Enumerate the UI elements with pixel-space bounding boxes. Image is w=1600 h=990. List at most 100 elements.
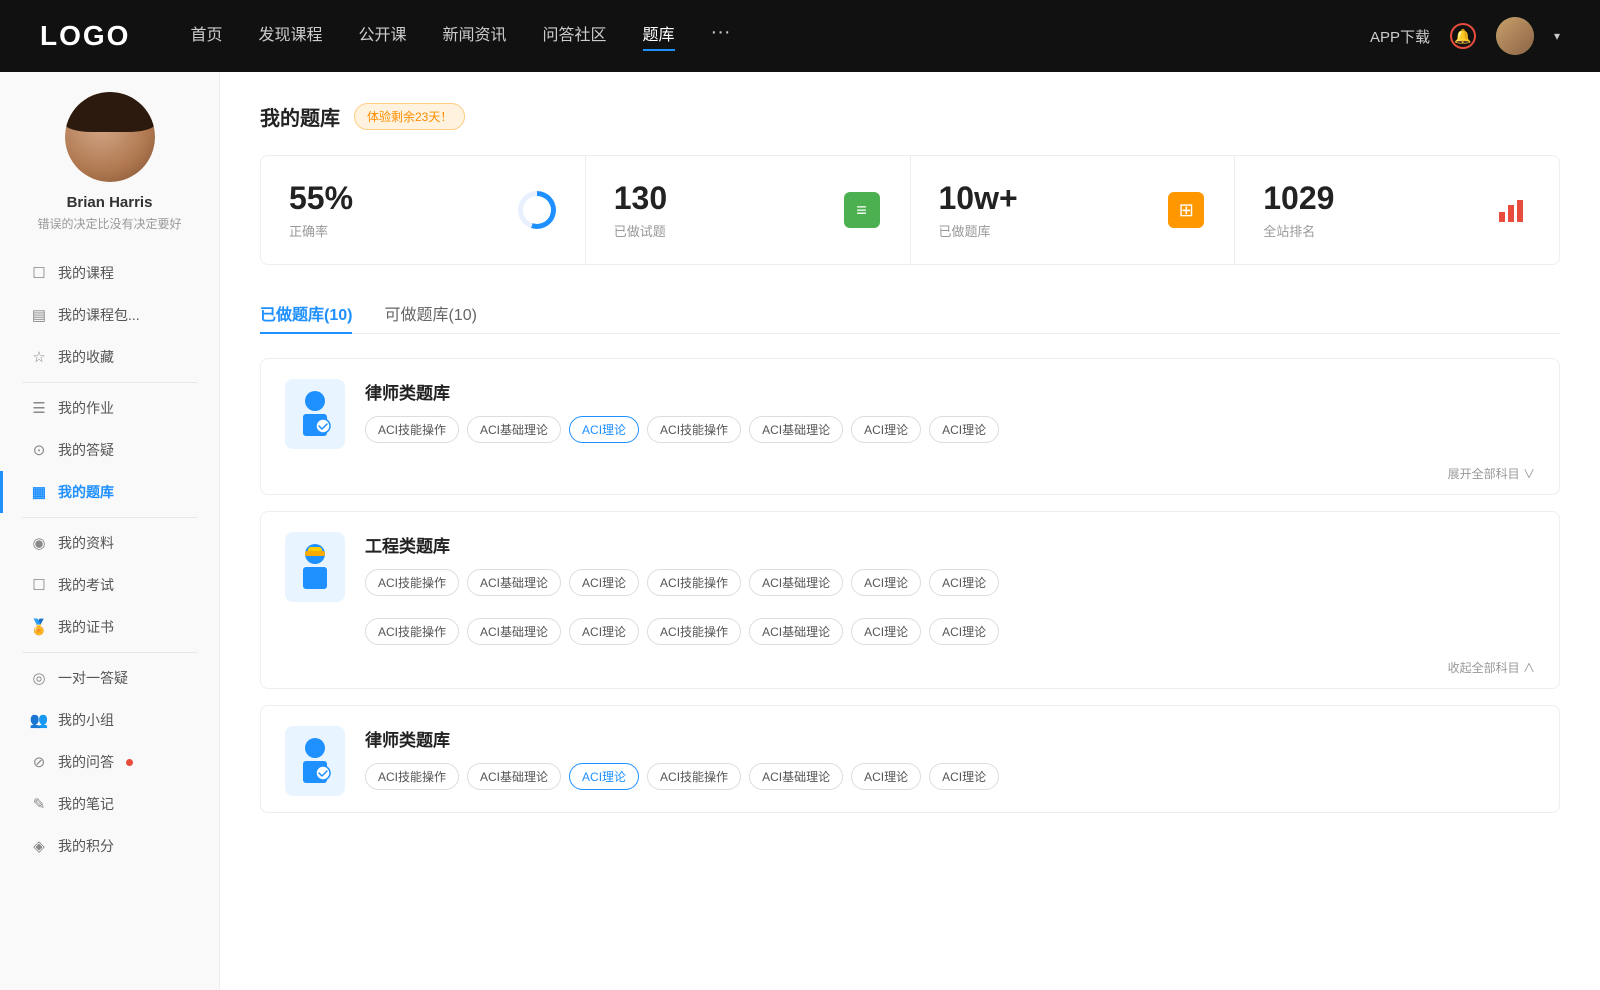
nav-home[interactable]: 首页 bbox=[190, 21, 222, 51]
eng-tag-5[interactable]: ACI理论 bbox=[851, 569, 921, 596]
nav-qa[interactable]: 问答社区 bbox=[543, 21, 607, 51]
pie-chart-55 bbox=[518, 191, 556, 229]
eng2-tag-0[interactable]: ACI技能操作 bbox=[365, 618, 459, 645]
tag-2-selected[interactable]: ACI理论 bbox=[569, 416, 639, 443]
sidebar-item-qa[interactable]: ⊙ 我的答疑 bbox=[0, 429, 219, 471]
done-questions-icon: ≡ bbox=[842, 190, 882, 230]
exam-icon: ☐ bbox=[30, 576, 48, 594]
nav-discover[interactable]: 发现课程 bbox=[258, 21, 322, 51]
nav-qbank[interactable]: 题库 bbox=[643, 21, 675, 51]
bell-icon: 🔔 bbox=[1450, 23, 1476, 49]
app-download-button[interactable]: APP下载 bbox=[1370, 26, 1430, 47]
law3-tag-2-selected[interactable]: ACI理论 bbox=[569, 763, 639, 790]
sidebar-item-groups[interactable]: 👥 我的小组 bbox=[0, 699, 219, 741]
tab-available-banks[interactable]: 可做题库(10) bbox=[384, 293, 476, 333]
qbank-header-2: 工程类题库 ACI技能操作 ACI基础理论 ACI理论 ACI技能操作 ACI基… bbox=[261, 512, 1559, 618]
law3-tag-3[interactable]: ACI技能操作 bbox=[647, 763, 741, 790]
expand-button-1[interactable]: 展开全部科目 ∨ bbox=[1448, 465, 1535, 482]
sidebar-item-notes[interactable]: ✎ 我的笔记 bbox=[0, 783, 219, 825]
sidebar-item-label: 我的证书 bbox=[58, 617, 114, 637]
stat-ranking-info: 1029 全站排名 bbox=[1263, 180, 1475, 240]
eng2-tag-6[interactable]: ACI理论 bbox=[929, 618, 999, 645]
eng-tag-0[interactable]: ACI技能操作 bbox=[365, 569, 459, 596]
stat-accuracy-info: 55% 正确率 bbox=[289, 180, 501, 240]
sidebar-item-homework[interactable]: ☰ 我的作业 bbox=[0, 387, 219, 429]
eng-tag-1[interactable]: ACI基础理论 bbox=[467, 569, 561, 596]
star-icon: ☆ bbox=[30, 348, 48, 366]
sidebar-item-label: 我的作业 bbox=[58, 398, 114, 418]
qbank-title-3: 律师类题库 bbox=[365, 726, 1535, 751]
sidebar-item-my-courses[interactable]: ☐ 我的课程 bbox=[0, 252, 219, 294]
sidebar-item-course-packages[interactable]: ▤ 我的课程包... bbox=[0, 294, 219, 336]
sidebar-item-my-qa[interactable]: ⊘ 我的问答 bbox=[0, 741, 219, 783]
sidebar-item-exams[interactable]: ☐ 我的考试 bbox=[0, 564, 219, 606]
collapse-button[interactable]: 收起全部科目 ∧ bbox=[1448, 659, 1535, 676]
tag-4[interactable]: ACI基础理论 bbox=[749, 416, 843, 443]
lawyer-icon-1 bbox=[285, 379, 345, 449]
qbank-tags-row2-engineer: ACI技能操作 ACI基础理论 ACI理论 ACI技能操作 ACI基础理论 AC… bbox=[261, 618, 1559, 659]
stat-ranking-value: 1029 bbox=[1263, 180, 1475, 217]
sidebar-divider-2 bbox=[22, 517, 197, 518]
eng2-tag-1[interactable]: ACI基础理论 bbox=[467, 618, 561, 645]
qbank-title-2: 工程类题库 bbox=[365, 532, 1535, 557]
qbank-footer-1: 展开全部科目 ∨ bbox=[261, 465, 1559, 494]
stat-ranking-label: 全站排名 bbox=[1263, 221, 1475, 240]
tag-0[interactable]: ACI技能操作 bbox=[365, 416, 459, 443]
nav-links: 首页 发现课程 公开课 新闻资讯 问答社区 题库 ··· bbox=[190, 21, 1370, 51]
eng-tag-4[interactable]: ACI基础理论 bbox=[749, 569, 843, 596]
qbank-tags-1: ACI技能操作 ACI基础理论 ACI理论 ACI技能操作 ACI基础理论 AC… bbox=[365, 416, 1535, 443]
qbank-footer-2: 收起全部科目 ∧ bbox=[261, 659, 1559, 688]
sidebar-item-favorites[interactable]: ☆ 我的收藏 bbox=[0, 336, 219, 378]
bar-chart-icon bbox=[1493, 192, 1529, 228]
sidebar-item-label: 我的积分 bbox=[58, 836, 114, 856]
law3-tag-1[interactable]: ACI基础理论 bbox=[467, 763, 561, 790]
eng2-tag-4[interactable]: ACI基础理论 bbox=[749, 618, 843, 645]
tab-done-banks[interactable]: 已做题库(10) bbox=[260, 293, 352, 333]
profile-bio: 错误的决定比没有决定要好 bbox=[21, 215, 197, 232]
profile-avatar bbox=[65, 92, 155, 182]
sidebar-item-label: 我的考试 bbox=[58, 575, 114, 595]
notification-bell[interactable]: 🔔 bbox=[1450, 23, 1476, 49]
sidebar-item-question-bank[interactable]: ▦ 我的题库 bbox=[0, 471, 219, 513]
sidebar-item-label: 我的课程包... bbox=[58, 305, 140, 325]
certificate-icon: 🏅 bbox=[30, 618, 48, 636]
sidebar-item-materials[interactable]: ◉ 我的资料 bbox=[0, 522, 219, 564]
my-qa-icon: ⊘ bbox=[30, 753, 48, 771]
qbank-card-lawyer-1: 律师类题库 ACI技能操作 ACI基础理论 ACI理论 ACI技能操作 ACI基… bbox=[260, 358, 1560, 495]
law3-tag-5[interactable]: ACI理论 bbox=[851, 763, 921, 790]
eng2-tag-3[interactable]: ACI技能操作 bbox=[647, 618, 741, 645]
sidebar-item-tutoring[interactable]: ◎ 一对一答疑 bbox=[0, 657, 219, 699]
avatar[interactable] bbox=[1496, 17, 1534, 55]
qbank-content-1: 律师类题库 ACI技能操作 ACI基础理论 ACI理论 ACI技能操作 ACI基… bbox=[365, 379, 1535, 443]
sidebar: Brian Harris 错误的决定比没有决定要好 ☐ 我的课程 ▤ 我的课程包… bbox=[0, 72, 220, 990]
main-content: 我的题库 体验剩余23天！ 55% 正确率 130 已做试题 bbox=[220, 72, 1600, 990]
tag-6[interactable]: ACI理论 bbox=[929, 416, 999, 443]
eng-tag-3[interactable]: ACI技能操作 bbox=[647, 569, 741, 596]
tag-3[interactable]: ACI技能操作 bbox=[647, 416, 741, 443]
engineer-icon bbox=[285, 532, 345, 602]
law3-tag-6[interactable]: ACI理论 bbox=[929, 763, 999, 790]
logo[interactable]: LOGO bbox=[40, 20, 130, 52]
profile-chevron-icon[interactable]: ▾ bbox=[1554, 29, 1560, 43]
eng-tag-6[interactable]: ACI理论 bbox=[929, 569, 999, 596]
law3-tag-4[interactable]: ACI基础理论 bbox=[749, 763, 843, 790]
layout: Brian Harris 错误的决定比没有决定要好 ☐ 我的课程 ▤ 我的课程包… bbox=[0, 72, 1600, 990]
qbank-icon: ▦ bbox=[30, 483, 48, 501]
stat-ranking: 1029 全站排名 bbox=[1235, 156, 1559, 264]
eng-tag-2[interactable]: ACI理论 bbox=[569, 569, 639, 596]
tag-5[interactable]: ACI理论 bbox=[851, 416, 921, 443]
sidebar-item-points[interactable]: ◈ 我的积分 bbox=[0, 825, 219, 867]
homework-icon: ☰ bbox=[30, 399, 48, 417]
qbank-card-lawyer-2: 律师类题库 ACI技能操作 ACI基础理论 ACI理论 ACI技能操作 ACI基… bbox=[260, 705, 1560, 813]
notes-icon: ✎ bbox=[30, 795, 48, 813]
law3-tag-0[interactable]: ACI技能操作 bbox=[365, 763, 459, 790]
sidebar-item-certificates[interactable]: 🏅 我的证书 bbox=[0, 606, 219, 648]
stat-done-questions-value: 130 bbox=[614, 180, 826, 217]
nav-open-course[interactable]: 公开课 bbox=[358, 21, 406, 51]
nav-more[interactable]: ··· bbox=[711, 21, 731, 51]
nav-news[interactable]: 新闻资讯 bbox=[443, 21, 507, 51]
eng2-tag-2[interactable]: ACI理论 bbox=[569, 618, 639, 645]
qa-badge bbox=[126, 759, 133, 766]
eng2-tag-5[interactable]: ACI理论 bbox=[851, 618, 921, 645]
tag-1[interactable]: ACI基础理论 bbox=[467, 416, 561, 443]
